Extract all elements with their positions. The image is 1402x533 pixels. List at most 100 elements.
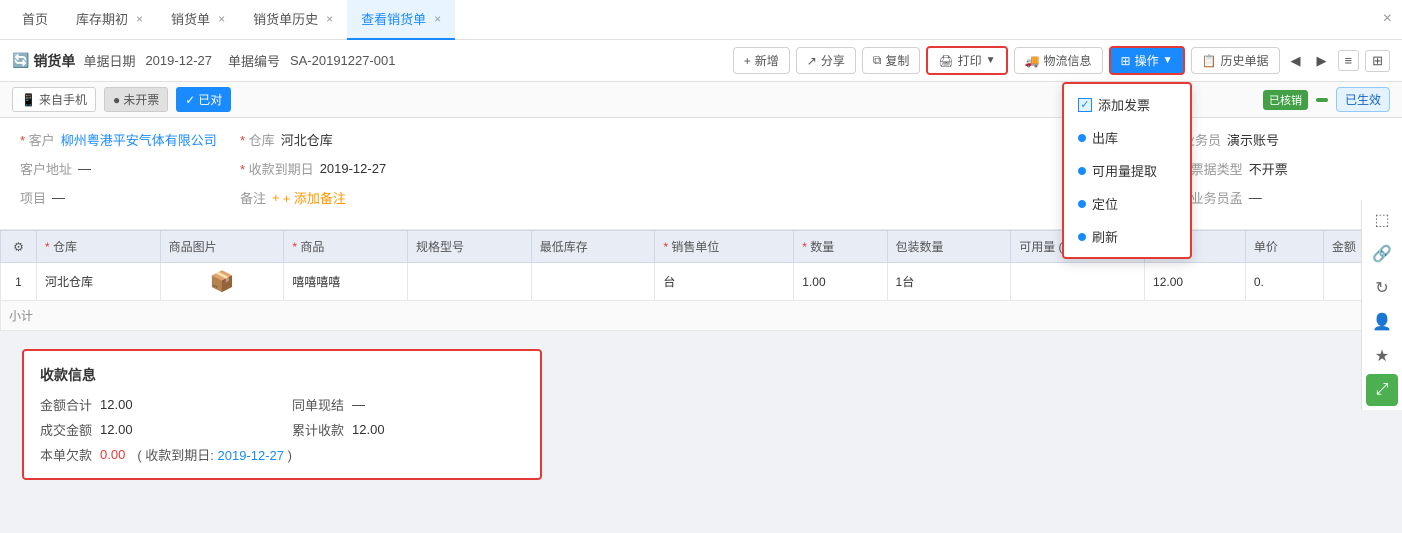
arrears-value: 0.00 (100, 447, 125, 462)
same-order-row: 同单现结 — (292, 395, 524, 414)
deal-amount-row: 成交金额 12.00 (40, 420, 272, 439)
tab-sales-history[interactable]: 销货单历史 × (239, 0, 347, 40)
project-field: 项目 — (20, 188, 220, 207)
salesperson-field: 业务员孟 — (1182, 188, 1382, 207)
not-open-ticket-button[interactable]: ● 未开票 (104, 87, 168, 112)
project-label: 项目 (20, 188, 46, 207)
row-product: 嘻嘻嘻嘻 (284, 263, 408, 301)
mobile-icon: 📱 (21, 93, 36, 107)
share-button[interactable]: ↗ 分享 (796, 47, 856, 74)
col-settings[interactable]: ⚙ (1, 231, 37, 263)
invoice-field: 票据类型 不开票 (1182, 159, 1382, 178)
operate-icon: ⊞ (1121, 54, 1131, 68)
product-image: 📦 (210, 271, 235, 293)
total-amount-row: 金额合计 12.00 (40, 395, 272, 414)
check-icon: ✓ (185, 93, 195, 107)
row-sales-unit: 台 (655, 263, 794, 301)
payment-date-field: 收款到期日 2019-12-27 (240, 159, 1162, 178)
history-button[interactable]: 📋 历史单据 (1191, 47, 1280, 74)
arrears-label: 本单欠款 (40, 445, 92, 464)
tab-sales-order[interactable]: 销货单 × (157, 0, 239, 40)
next-arrow[interactable]: ▶ (1312, 51, 1332, 71)
col-min-stock: 最低库存 (531, 231, 655, 263)
operate-dropdown-menu: ✓ 添加发票 出库 可用量提取 定位 刷新 (1062, 82, 1192, 259)
add-button[interactable]: + 新增 (733, 47, 790, 74)
tab-home-label: 首页 (22, 9, 48, 28)
expand-icon: ⬚ (1374, 210, 1389, 230)
row-quantity: 1.00 (794, 263, 887, 301)
col-spec: 规格型号 (408, 231, 532, 263)
available-qty-dot-icon (1078, 167, 1086, 175)
tab-sales-history-close[interactable]: × (326, 12, 333, 26)
print-dropdown-icon: ▼ (986, 55, 996, 66)
print-button[interactable]: 🖨 打印 ▼ (926, 46, 1007, 75)
check-button[interactable]: ✓ 已对 (176, 87, 231, 112)
operate-button[interactable]: ⊞ 操作 ▼ (1109, 46, 1185, 75)
sidebar-user-icon[interactable]: 👤 (1366, 306, 1398, 338)
effective-badge-blue: 已生效 (1336, 87, 1390, 112)
add-icon: + (744, 54, 751, 68)
address-label: 客户地址 (20, 159, 72, 178)
from-mobile-label: 来自手机 (39, 91, 87, 108)
sidebar-link-icon[interactable]: 🔗 (1366, 238, 1398, 270)
note-field: 备注 + + 添加备注 (240, 188, 1162, 207)
tab-inventory-close[interactable]: × (136, 12, 143, 26)
sidebar-expand-icon[interactable]: ⬚ (1366, 204, 1398, 236)
add-invoice-label: 添加发票 (1098, 95, 1150, 114)
sidebar-fullscreen-icon[interactable]: ⤢ (1366, 374, 1398, 406)
copy-label: 复制 (885, 52, 909, 69)
tab-inventory-init[interactable]: 库存期初 × (62, 0, 157, 40)
settings-icon[interactable]: ⚙ (13, 240, 24, 254)
row-min-stock (531, 263, 655, 301)
logistics-button[interactable]: 🚚 物流信息 (1014, 47, 1103, 74)
doc-number-label: 单据编号 SA-20191227-001 (228, 51, 396, 70)
row-available (1011, 263, 1145, 301)
tab-view-sales[interactable]: 查看销货单 × (347, 0, 455, 40)
from-mobile-button[interactable]: 📱 来自手机 (12, 87, 96, 112)
share-icon: ↗ (807, 54, 817, 68)
address-value: — (78, 161, 91, 176)
refresh-item[interactable]: 刷新 (1064, 220, 1190, 253)
prev-arrow[interactable]: ◀ (1286, 51, 1306, 71)
arrears-date[interactable]: 2019-12-27 (218, 448, 285, 463)
operate-dropdown-icon: ▼ (1163, 55, 1173, 66)
col-product: 商品 (284, 231, 408, 263)
row-pack-qty: 1台 (887, 263, 1011, 301)
user-icon: 👤 (1372, 312, 1392, 332)
sidebar-refresh-icon[interactable]: ↻ (1366, 272, 1398, 304)
warehouse-label: 仓库 (240, 130, 275, 149)
outbound-dot-icon (1078, 134, 1086, 142)
tab-home[interactable]: 首页 (8, 0, 62, 40)
add-note-btn[interactable]: + + 添加备注 (272, 188, 346, 207)
doc-date-label: 单据日期 2019-12-27 (83, 51, 212, 70)
address-field: 客户地址 — (20, 159, 220, 178)
locate-item[interactable]: 定位 (1064, 187, 1190, 220)
available-qty-item[interactable]: 可用量提取 (1064, 154, 1190, 187)
outbound-label: 出库 (1092, 128, 1118, 147)
locate-label: 定位 (1092, 194, 1118, 213)
invoice-value: 不开票 (1249, 159, 1288, 178)
list-view-icon[interactable]: ≡ (1338, 50, 1360, 71)
window-close-btn[interactable]: × (1383, 10, 1392, 28)
doc-type-icon: 🔄 (12, 52, 29, 69)
outbound-item[interactable]: 出库 (1064, 121, 1190, 154)
col-product-img: 商品图片 (160, 231, 284, 263)
customer-label: 客户 (20, 130, 55, 149)
refresh-dot-icon (1078, 233, 1086, 241)
row-current-stock: 12.00 (1145, 263, 1246, 301)
copy-button[interactable]: ⧉ 复制 (862, 47, 921, 74)
grid-view-icon[interactable]: ⊞ (1365, 50, 1390, 72)
payment-section: 收款信息 金额合计 12.00 同单现结 — 成交金额 12.00 累计收款 1… (22, 349, 542, 480)
col-pack-qty: 包装数量 (887, 231, 1011, 263)
warehouse-value: 河北仓库 (281, 130, 333, 149)
same-order-value: — (352, 397, 365, 412)
share-label: 分享 (821, 52, 845, 69)
tab-view-sales-close[interactable]: × (434, 12, 441, 26)
tab-sales-order-close[interactable]: × (218, 12, 225, 26)
total-received-label: 累计收款 (292, 420, 344, 439)
add-invoice-item[interactable]: ✓ 添加发票 (1064, 88, 1190, 121)
payment-date-value: 2019-12-27 (320, 161, 387, 176)
customer-value[interactable]: 柳州粤港平安气体有限公司 (61, 130, 217, 149)
sidebar-star-icon[interactable]: ★ (1366, 340, 1398, 372)
staff-value: 演示账号 (1227, 130, 1279, 149)
